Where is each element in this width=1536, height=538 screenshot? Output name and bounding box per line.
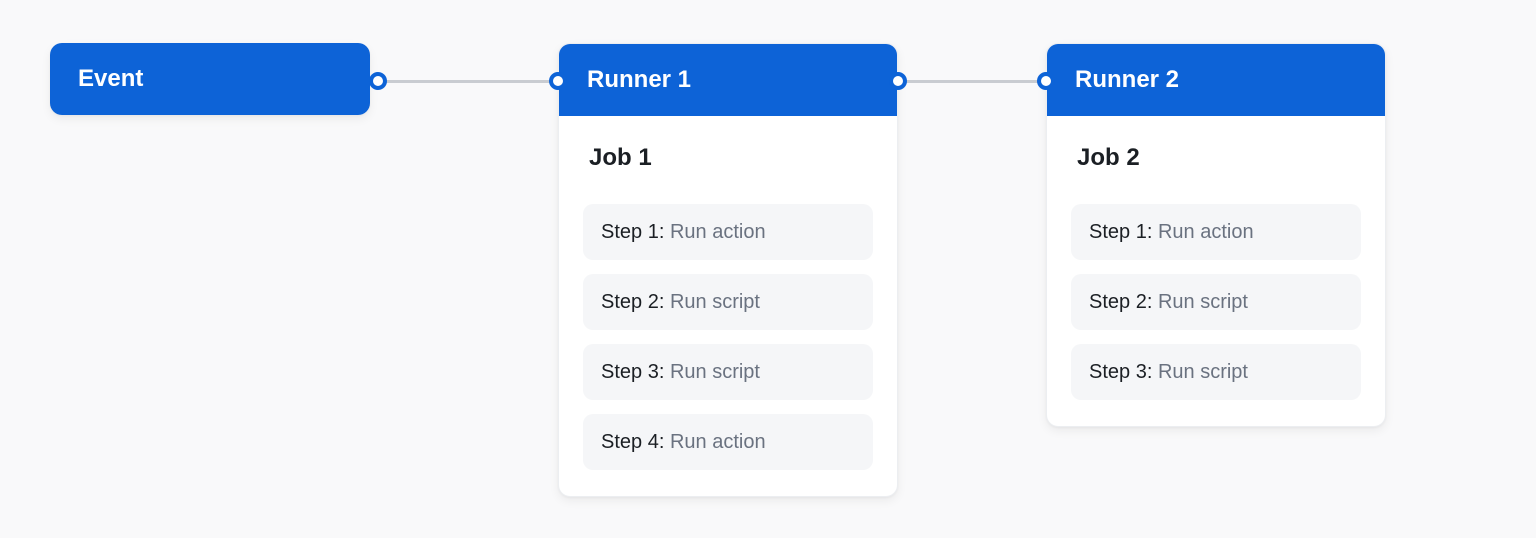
step-desc: Run script xyxy=(1158,291,1248,313)
job-1-step-4: Step 4: Run action xyxy=(583,414,873,470)
job-2-step-3: Step 3: Run script xyxy=(1071,344,1361,400)
event-node: Event xyxy=(50,43,370,115)
runner-node-2: Runner 2 Job 2 Step 1: Run action Step 2… xyxy=(1046,43,1386,427)
runner-2-header: Runner 2 xyxy=(1047,44,1385,116)
port-event-out xyxy=(369,72,387,90)
port-runner2-in xyxy=(1037,72,1055,90)
runner-1-header: Runner 1 xyxy=(559,44,897,116)
job-2-title: Job 2 xyxy=(1071,140,1361,190)
event-label: Event xyxy=(78,65,143,92)
job-1-step-3: Step 3: Run script xyxy=(583,344,873,400)
job-1-title: Job 1 xyxy=(583,140,873,190)
job-2-step-1: Step 1: Run action xyxy=(1071,204,1361,260)
step-label: Step 4: xyxy=(601,431,664,453)
connector-runner1-to-runner2 xyxy=(892,80,1048,83)
step-desc: Run action xyxy=(670,221,766,243)
runner-1-title: Runner 1 xyxy=(587,66,691,93)
runner-1-body: Job 1 Step 1: Run action Step 2: Run scr… xyxy=(559,116,897,496)
step-desc: Run script xyxy=(670,361,760,383)
step-label: Step 3: xyxy=(1089,361,1152,383)
port-runner1-out xyxy=(889,72,907,90)
connector-event-to-runner1 xyxy=(370,80,560,83)
step-label: Step 2: xyxy=(1089,291,1152,313)
job-1-step-1: Step 1: Run action xyxy=(583,204,873,260)
step-label: Step 2: xyxy=(601,291,664,313)
step-desc: Run script xyxy=(670,291,760,313)
workflow-diagram: Event Runner 1 Job 1 Step 1: Run action … xyxy=(0,0,1536,538)
port-runner1-in xyxy=(549,72,567,90)
step-desc: Run action xyxy=(670,431,766,453)
step-label: Step 1: xyxy=(1089,221,1152,243)
step-label: Step 1: xyxy=(601,221,664,243)
step-desc: Run script xyxy=(1158,361,1248,383)
job-2-step-2: Step 2: Run script xyxy=(1071,274,1361,330)
runner-2-body: Job 2 Step 1: Run action Step 2: Run scr… xyxy=(1047,116,1385,426)
step-desc: Run action xyxy=(1158,221,1254,243)
runner-2-title: Runner 2 xyxy=(1075,66,1179,93)
step-label: Step 3: xyxy=(601,361,664,383)
job-1-step-2: Step 2: Run script xyxy=(583,274,873,330)
runner-node-1: Runner 1 Job 1 Step 1: Run action Step 2… xyxy=(558,43,898,497)
